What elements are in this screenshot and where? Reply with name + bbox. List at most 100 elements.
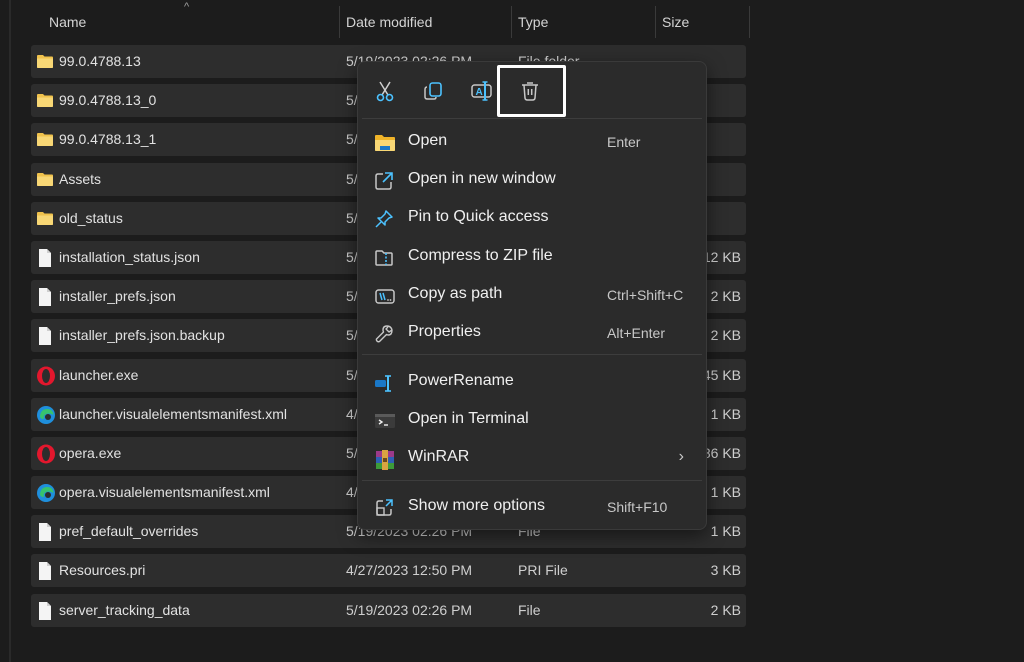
- navigation-pane-divider[interactable]: [9, 0, 11, 662]
- menu-item-shortcut: Alt+Enter: [607, 325, 665, 341]
- svg-text:A: A: [476, 87, 483, 98]
- file-type: File: [518, 601, 541, 618]
- menu-item-label: Open: [408, 132, 448, 149]
- column-resize-handle[interactable]: [511, 6, 512, 38]
- column-header-date-modified[interactable]: Date modified: [346, 14, 432, 30]
- file-name: 99.0.4788.13: [59, 53, 141, 69]
- file-icon: [36, 522, 54, 542]
- file-name: opera.exe: [59, 444, 122, 461]
- file-size: 1 KB: [710, 523, 741, 540]
- menu-item-open-in-terminal[interactable]: Open in Terminal: [358, 401, 706, 439]
- menu-item-open[interactable]: Open Enter: [358, 123, 706, 161]
- file-date-modified: 5/19/2023 02:26 PM: [346, 601, 473, 618]
- menu-item-copy-as-path[interactable]: Copy as path Ctrl+Shift+C: [358, 276, 706, 314]
- sort-ascending-icon: ^: [184, 1, 190, 13]
- menu-item-label: Copy as path: [408, 285, 503, 302]
- terminal-icon: [374, 411, 395, 431]
- file-name: installation_status.json: [59, 248, 200, 265]
- menu-item-label: Open in Terminal: [408, 410, 529, 427]
- file-name: launcher.visualelementsmanifest.xml: [59, 405, 287, 422]
- file-name: server_tracking_data: [59, 601, 190, 618]
- menu-item-label: Open in new window: [408, 170, 556, 187]
- menu-item-label: Show more options: [408, 497, 545, 514]
- file-icon: [36, 601, 54, 620]
- menu-separator: [362, 480, 702, 481]
- menu-item-shortcut: Shift+F10: [607, 499, 668, 515]
- file-row[interactable]: server_tracking_data 5/19/2023 02:26 PM Fi…: [31, 593, 746, 627]
- pin-icon: [374, 209, 394, 229]
- edge-icon: [36, 483, 55, 503]
- copy-button[interactable]: [418, 76, 448, 106]
- menu-separator: [362, 354, 702, 355]
- file-size: 2 KB: [710, 288, 741, 305]
- menu-item-label: Properties: [408, 323, 481, 340]
- file-icon: [36, 561, 54, 581]
- file-name: 99.0.4788.13_1: [59, 131, 157, 148]
- file-date-modified: 4/27/2023 12:50 PM: [346, 562, 473, 579]
- file-size: 1 KB: [710, 405, 741, 422]
- column-header-type[interactable]: Type: [518, 14, 548, 30]
- menu-item-label: Pin to Quick access: [408, 208, 549, 225]
- menu-item-powerrename[interactable]: PowerRename: [358, 363, 706, 401]
- menu-item-shortcut: Enter: [607, 134, 641, 150]
- wrench-icon: [374, 324, 394, 344]
- file-size: 2 KB: [710, 327, 741, 344]
- file-name: Resources.pri: [59, 562, 146, 579]
- folder-icon: [36, 52, 54, 70]
- file-name: installer_prefs.json.backup: [59, 327, 225, 344]
- more-options-icon: [374, 498, 394, 518]
- menu-item-properties[interactable]: Properties Alt+Enter: [358, 314, 706, 352]
- folder-open-icon: [374, 133, 395, 153]
- menu-item-pin-to-quick-access[interactable]: Pin to Quick access: [358, 199, 706, 237]
- file-row[interactable]: Resources.pri 4/27/2023 12:50 PM PRI File 3…: [31, 554, 746, 588]
- file-name: launcher.exe: [59, 366, 139, 383]
- menu-item-label: WinRAR: [408, 448, 470, 465]
- column-header: ^ Name Date modified Type Size: [31, 0, 751, 44]
- rename-icon: A: [471, 81, 492, 101]
- powerrename-icon: [374, 373, 394, 393]
- file-name: 99.0.4788.13_0: [59, 92, 157, 109]
- opera-icon: [36, 444, 55, 464]
- file-name: old_status: [59, 209, 123, 226]
- file-size: 3 KB: [710, 562, 741, 579]
- column-resize-handle[interactable]: [749, 6, 750, 38]
- file-icon: [36, 326, 54, 346]
- file-icon: [36, 287, 54, 307]
- rename-button[interactable]: A: [467, 76, 497, 106]
- edge-icon: [36, 405, 55, 424]
- file-size: 2 KB: [710, 601, 741, 618]
- folder-icon: [36, 91, 54, 109]
- file-type: PRI File: [518, 562, 568, 579]
- folder-icon: [36, 130, 54, 148]
- file-name: installer_prefs.json: [59, 288, 176, 305]
- chevron-right-icon: ›: [678, 448, 684, 465]
- file-name: Assets: [59, 170, 102, 187]
- file-name: opera.visualelementsmanifest.xml: [59, 484, 270, 501]
- file-size: 12 KB: [702, 248, 741, 265]
- menu-item-compress-to-zip-file[interactable]: Compress to ZIP file: [358, 238, 706, 276]
- file-size: 86 KB: [702, 444, 741, 461]
- open-external-icon: [374, 171, 394, 191]
- column-header-name[interactable]: Name: [49, 14, 86, 30]
- menu-separator: [362, 118, 702, 119]
- menu-item-shortcut: Ctrl+Shift+C: [607, 287, 684, 303]
- column-header-size[interactable]: Size: [662, 14, 689, 30]
- file-size: 45 KB: [702, 366, 741, 383]
- context-menu: A Open Enter Open in new window Pin to Quic…: [357, 61, 707, 530]
- file-name: pref_default_overrides: [59, 523, 199, 540]
- menu-item-label: PowerRename: [408, 372, 514, 389]
- cut-button[interactable]: [370, 76, 400, 106]
- delete-highlight-box: [497, 65, 566, 117]
- menu-item-winrar[interactable]: WinRAR ›: [358, 439, 706, 477]
- file-size: 1 KB: [710, 484, 741, 501]
- opera-icon: [36, 366, 55, 385]
- copy-icon: [424, 82, 442, 100]
- file-icon: [36, 248, 54, 267]
- menu-item-label: Compress to ZIP file: [408, 247, 553, 264]
- column-resize-handle[interactable]: [655, 6, 656, 38]
- scissors-icon: [376, 81, 394, 102]
- menu-item-open-in-new-window[interactable]: Open in new window: [358, 161, 706, 199]
- column-resize-handle[interactable]: [339, 6, 340, 38]
- context-menu-toolbar: A: [358, 62, 706, 118]
- menu-item-show-more-options[interactable]: Show more options Shift+F10: [358, 488, 706, 526]
